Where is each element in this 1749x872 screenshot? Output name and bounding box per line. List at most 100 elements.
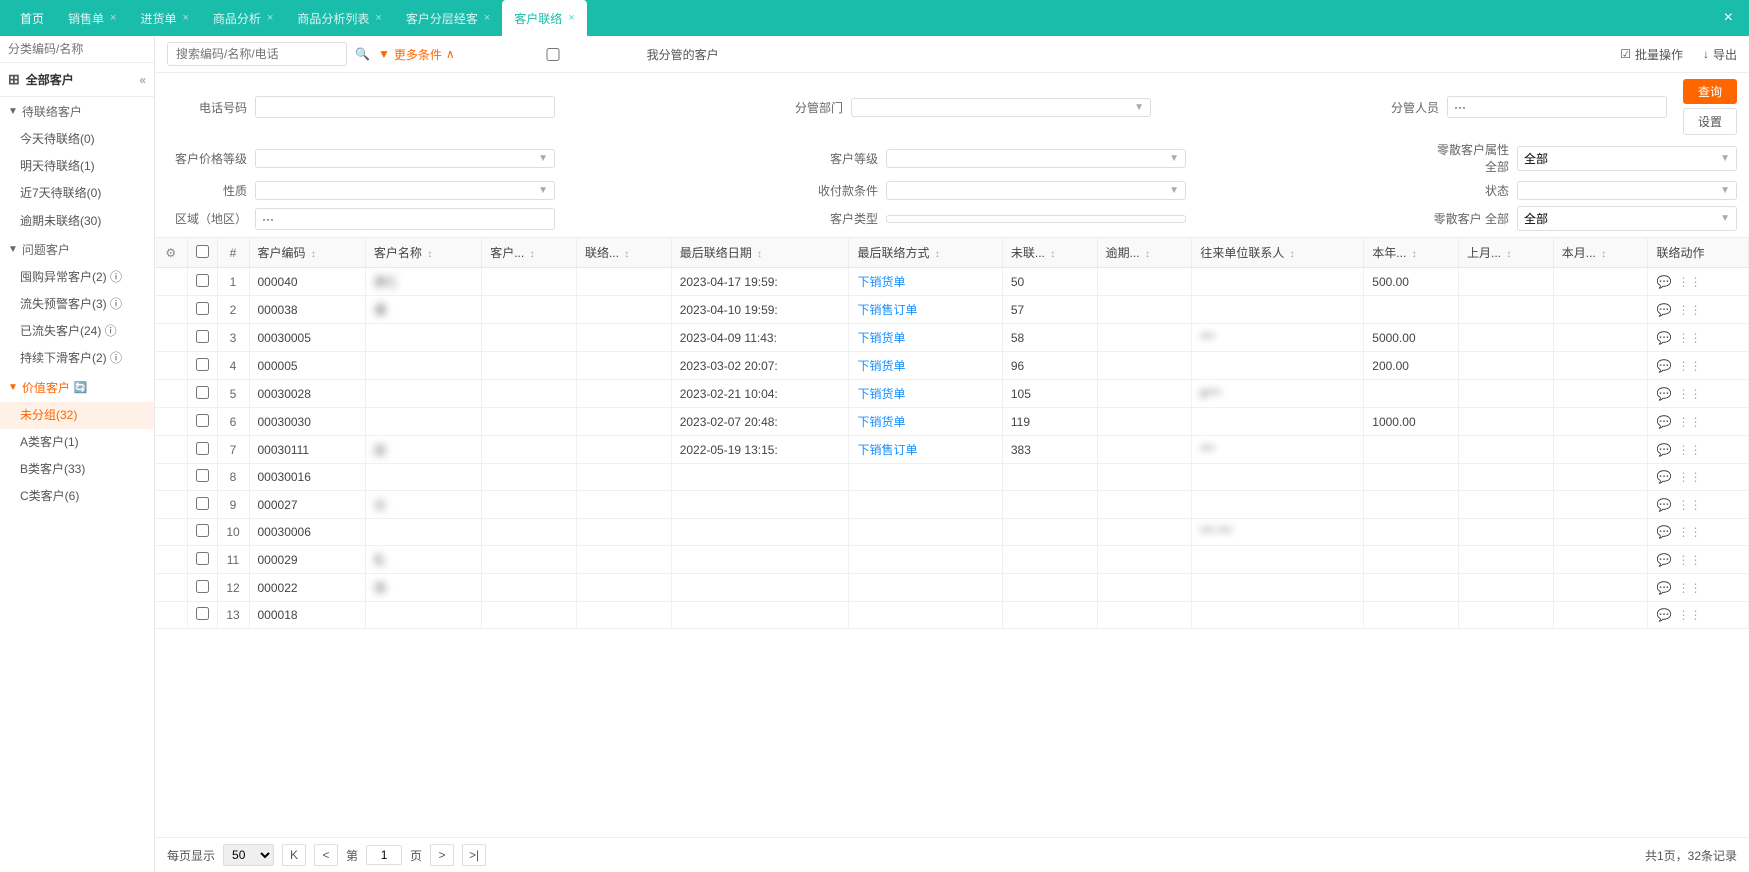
last-method-link[interactable]: 下销售订单 [857,443,917,457]
my-customers-check[interactable] [463,48,643,61]
sidebar-search-bar[interactable]: 🔍 [0,36,154,63]
row-checkbox-cell[interactable] [187,491,217,519]
nav-tab-purchase[interactable]: 进货单 × [128,0,200,36]
sidebar-item-tomorrow[interactable]: 明天待联络(1) [0,153,154,180]
next-page-btn[interactable]: > [430,844,454,866]
table-contacts-person-header[interactable]: 往来单位联系人 ↕ [1192,238,1364,268]
row-last-method[interactable] [849,491,1002,519]
row-checkbox[interactable] [196,358,209,371]
row-checkbox-cell[interactable] [187,380,217,408]
row-checkbox[interactable] [196,330,209,343]
retail-select[interactable]: 全部 ▼ [1517,206,1737,231]
close-icon[interactable]: × [267,12,273,24]
row-checkbox[interactable] [196,386,209,399]
more-icon[interactable]: ⋮⋮ [1677,275,1701,289]
nav-home[interactable]: 首页 [8,10,56,27]
nature-select[interactable]: ▼ [255,181,555,200]
nav-tab-sales[interactable]: 销售单 × [56,0,128,36]
sidebar-item-abnormal[interactable]: 囤购异常客户(2) ⓘ [0,264,154,291]
row-checkbox-cell[interactable] [187,296,217,324]
sidebar-item-today[interactable]: 今天待联络(0) [0,126,154,153]
row-checkbox-cell[interactable] [187,268,217,296]
manager-input[interactable]: ··· [1447,96,1667,118]
more-icon[interactable]: ⋮⋮ [1677,303,1701,317]
chat-icon[interactable]: 💬 [1656,608,1671,622]
close-icon[interactable]: × [182,12,188,24]
chat-icon[interactable]: 💬 [1656,525,1671,539]
row-checkbox-cell[interactable] [187,324,217,352]
row-checkbox[interactable] [196,552,209,565]
table-select-all-header[interactable] [187,238,217,268]
row-last-method[interactable]: 下销售订单 [849,296,1002,324]
row-last-method[interactable]: 下销货单 [849,408,1002,436]
chat-icon[interactable]: 💬 [1656,581,1671,595]
last-method-link[interactable]: 下销货单 [857,415,905,429]
row-last-method[interactable]: 下销货单 [849,324,1002,352]
row-checkbox[interactable] [196,469,209,482]
table-type-header[interactable]: 客户... ↕ [482,238,577,268]
sidebar-section-problem[interactable]: ▼ 问题客户 [0,235,154,264]
row-checkbox[interactable] [196,414,209,427]
window-close-icon[interactable]: × [1716,9,1741,27]
close-icon[interactable]: × [568,12,574,24]
sidebar-item-unclassified[interactable]: 未分组(32) [0,402,154,429]
row-last-method[interactable] [849,546,1002,574]
refresh-icon[interactable]: 🔄 [74,381,88,394]
dept-select[interactable]: ▼ [851,98,1151,117]
nav-tab-customer-segment[interactable]: 客户分层经客 × [394,0,502,36]
chat-icon[interactable]: 💬 [1656,331,1671,345]
row-checkbox[interactable] [196,580,209,593]
table-name-header[interactable]: 客户名称 ↕ [365,238,481,268]
chat-icon[interactable]: 💬 [1656,303,1671,317]
row-last-method[interactable] [849,464,1002,491]
sidebar-item-class-a[interactable]: A类客户(1) [0,429,154,456]
row-checkbox-cell[interactable] [187,602,217,629]
more-icon[interactable]: ⋮⋮ [1677,415,1701,429]
chat-icon[interactable]: 💬 [1656,553,1671,567]
row-last-method[interactable] [849,574,1002,602]
row-checkbox[interactable] [196,497,209,510]
more-icon[interactable]: ⋮⋮ [1677,359,1701,373]
page-input[interactable] [366,845,402,865]
last-method-link[interactable]: 下销货单 [857,359,905,373]
chat-icon[interactable]: 💬 [1656,498,1671,512]
row-checkbox[interactable] [196,607,209,620]
sidebar-item-class-c[interactable]: C类客户(6) [0,483,154,510]
more-icon[interactable]: ⋮⋮ [1677,331,1701,345]
row-checkbox-cell[interactable] [187,519,217,546]
row-checkbox[interactable] [196,524,209,537]
row-last-method[interactable]: 下销货单 [849,268,1002,296]
table-overdue-header[interactable]: 逾期... ↕ [1097,238,1192,268]
region-input[interactable]: ··· [255,208,555,230]
more-icon[interactable]: ⋮⋮ [1677,387,1701,401]
sidebar-item-overdue[interactable]: 逾期未联络(30) [0,208,154,235]
table-settings-header[interactable]: ⚙ [155,238,187,268]
last-method-link[interactable]: 下销售订单 [857,303,917,317]
phone-input[interactable] [255,96,555,118]
search-button[interactable]: 查询 [1683,79,1737,104]
sidebar-search-input[interactable] [8,42,155,56]
more-icon[interactable]: ⋮⋮ [1677,581,1701,595]
status-select[interactable]: ▼ [1517,181,1737,200]
table-last-method-header[interactable]: 最后联络方式 ↕ [849,238,1002,268]
sidebar-item-churned[interactable]: 已流失客户(24) ⓘ [0,318,154,345]
more-icon[interactable]: ⋮⋮ [1677,443,1701,457]
more-conditions-btn[interactable]: ▼ 更多条件 ∧ [378,46,455,63]
search-icon[interactable]: 🔍 [355,47,370,61]
chat-icon[interactable]: 💬 [1656,359,1671,373]
my-customers-checkbox[interactable]: 我分管的客户 [463,46,719,63]
customer-type-select[interactable] [886,215,1186,223]
table-code-header[interactable]: 客户编码 ↕ [249,238,365,268]
close-icon[interactable]: × [375,12,381,24]
row-checkbox[interactable] [196,302,209,315]
per-page-select[interactable]: 50 100 [223,844,274,866]
chat-icon[interactable]: 💬 [1656,387,1671,401]
reset-button[interactable]: 设置 [1683,108,1737,135]
table-last-month-header[interactable]: 上月... ↕ [1459,238,1554,268]
table-this-month-header[interactable]: 本月... ↕ [1553,238,1648,268]
retail-attr-select[interactable]: 全部 ▼ [1517,146,1737,171]
close-icon[interactable]: × [484,12,490,24]
last-method-link[interactable]: 下销货单 [857,331,905,345]
more-icon[interactable]: ⋮⋮ [1677,553,1701,567]
row-last-method[interactable]: 下销售订单 [849,436,1002,464]
